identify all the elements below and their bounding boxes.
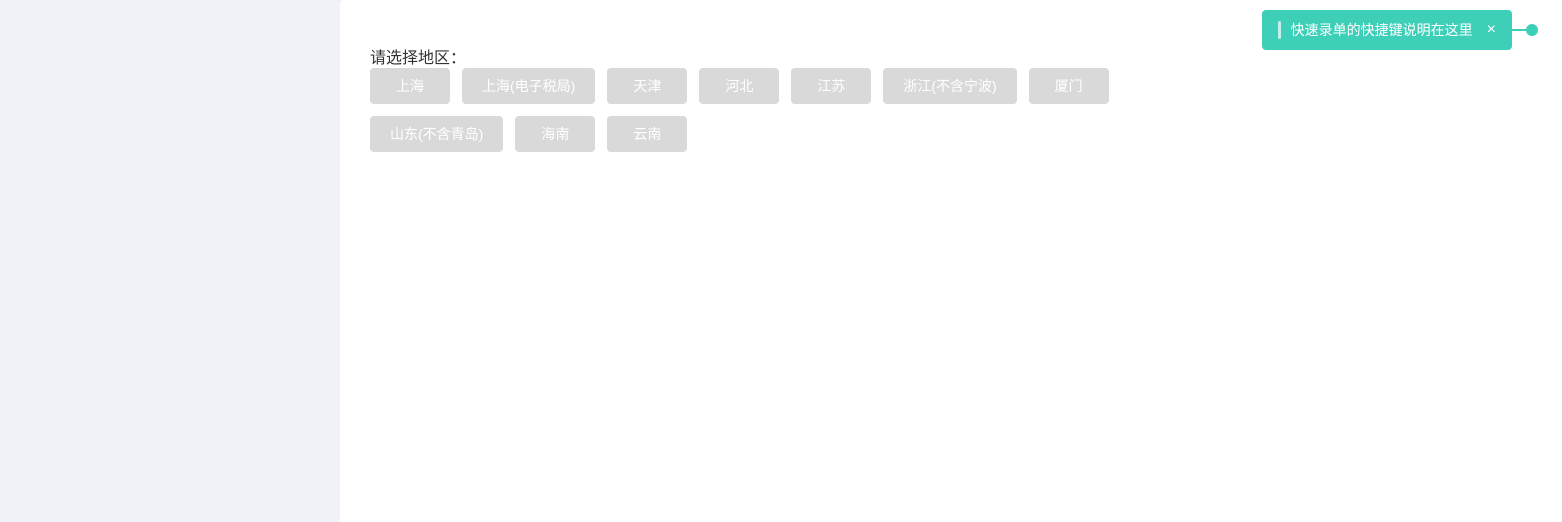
region-buttons: 上海 上海(电子税局) 天津 河北 江苏 浙江(不含宁波) 厦门 山东(不含青岛… [370, 68, 1270, 152]
tooltip-banner: 快速录单的快捷键说明在这里 × [1262, 10, 1512, 50]
region-btn-hainan[interactable]: 海南 [515, 116, 595, 152]
region-btn-zhejiang[interactable]: 浙江(不含宁波) [883, 68, 1016, 104]
tooltip-text: 快速录单的快捷键说明在这里 [1291, 20, 1473, 40]
region-row-2: 山东(不含青岛) 海南 云南 [370, 116, 1270, 152]
region-btn-xiamen[interactable]: 厦门 [1029, 68, 1109, 104]
tooltip-dot [1526, 24, 1538, 36]
region-btn-shandong[interactable]: 山东(不含青岛) [370, 116, 503, 152]
region-btn-yunnan[interactable]: 云南 [607, 116, 687, 152]
region-btn-hebei[interactable]: 河北 [699, 68, 779, 104]
region-btn-jiangsu[interactable]: 江苏 [791, 68, 871, 104]
tooltip-border-left [1278, 21, 1281, 39]
sidebar [0, 0, 340, 522]
region-btn-shanghai-etax[interactable]: 上海(电子税局) [462, 68, 595, 104]
main-content: 请选择地区： 上海 上海(电子税局) 天津 河北 江苏 浙江(不含宁波) 厦门 … [340, 0, 1562, 522]
region-btn-shanghai[interactable]: 上海 [370, 68, 450, 104]
region-btn-tianjin[interactable]: 天津 [607, 68, 687, 104]
tooltip-connector-line [1512, 29, 1526, 31]
region-label: 请选择地区： [370, 44, 466, 68]
region-row-1: 上海 上海(电子税局) 天津 河北 江苏 浙江(不含宁波) 厦门 [370, 68, 1270, 104]
tooltip-close-button[interactable]: × [1487, 21, 1496, 39]
